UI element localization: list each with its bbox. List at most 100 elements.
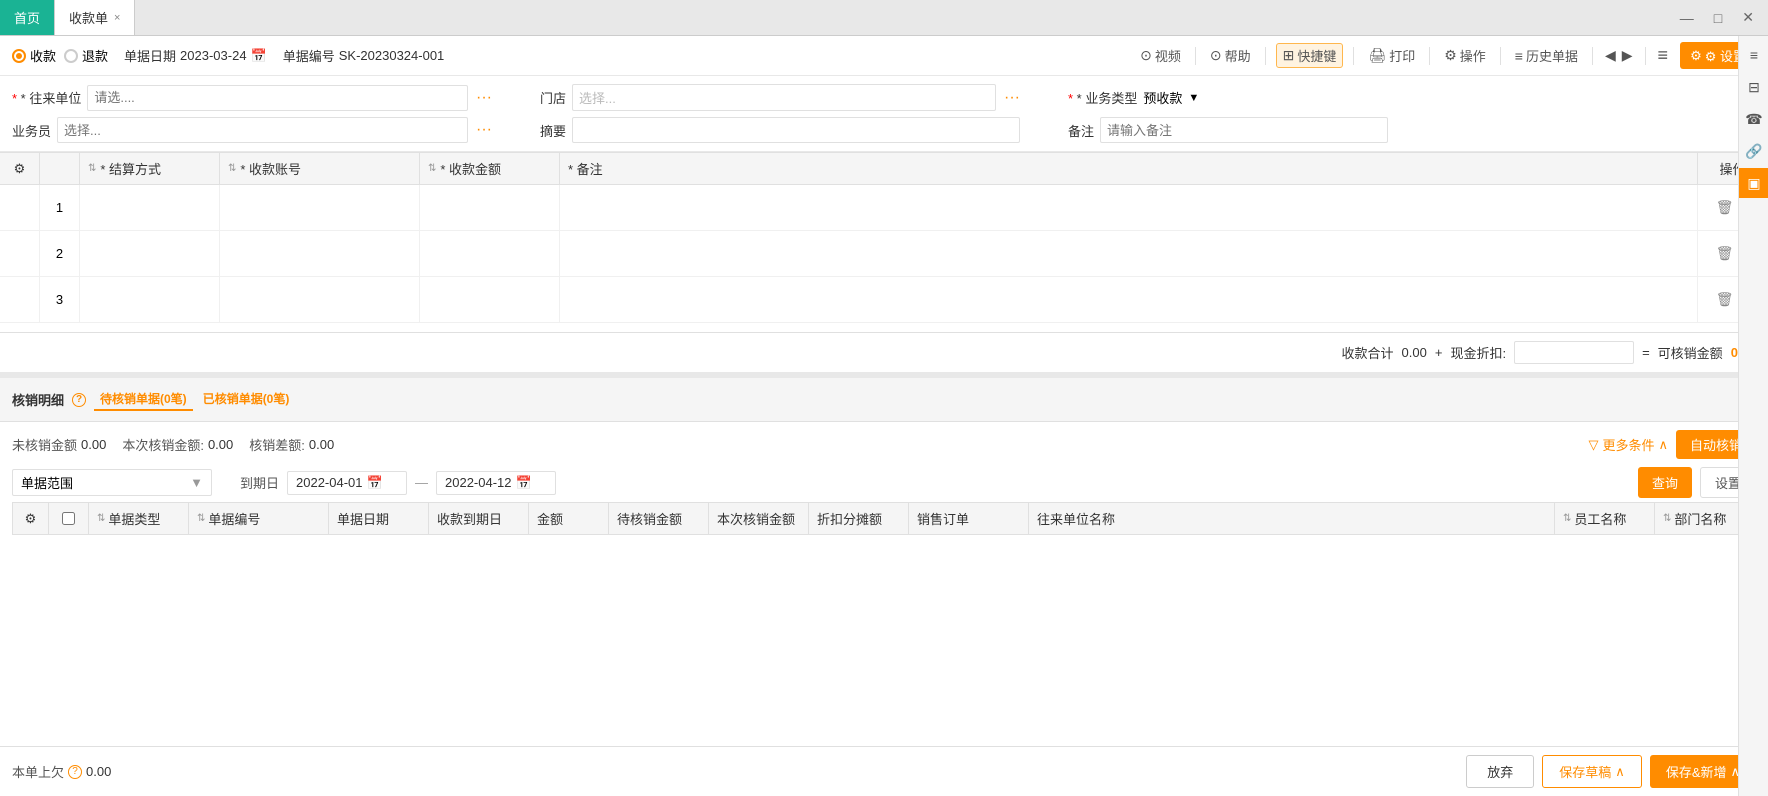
td-remark-3[interactable]: [560, 277, 1698, 322]
date-to-field[interactable]: 2022-04-12 📅: [436, 471, 556, 495]
next-arrow[interactable]: ▶: [1620, 45, 1635, 66]
list-view-icon[interactable]: ≡: [1656, 43, 1671, 68]
delete-icon-2[interactable]: 🗑: [1716, 245, 1734, 262]
tab-bar: 首页 收款单 × — □ ✕: [0, 0, 1768, 36]
total-label: 收款合计: [1342, 343, 1394, 362]
this-time-label: 本次核销金额:: [122, 435, 204, 454]
remark-input[interactable]: [1100, 117, 1388, 143]
table-row: 1 🗑 ⊕: [0, 185, 1768, 231]
company-more-icon[interactable]: ···: [476, 89, 492, 107]
staff-more-icon[interactable]: ···: [476, 121, 492, 139]
date-from-value: 2022-04-01: [296, 475, 363, 490]
diff-stat: 核销差额: 0.00: [249, 435, 334, 454]
company-label: * 往来单位: [12, 88, 81, 107]
divider4: [1429, 47, 1430, 65]
tab-home[interactable]: 首页: [0, 0, 55, 35]
store-more-icon[interactable]: ···: [1004, 89, 1020, 107]
discount-input[interactable]: [1514, 341, 1634, 364]
right-panel-icon-3[interactable]: ☎: [1739, 104, 1768, 134]
radio-receive[interactable]: 收款: [12, 46, 56, 65]
date-value[interactable]: 2023-03-24: [180, 48, 247, 63]
right-panel-icon-2[interactable]: ⊟: [1739, 72, 1768, 102]
business-type-field: * 业务类型 预收款 ▼: [1068, 88, 1388, 107]
td-amount-3[interactable]: [420, 277, 560, 322]
td-shoukuan-2[interactable]: [220, 231, 420, 276]
td-jiesuan-1[interactable]: [80, 185, 220, 230]
video-btn[interactable]: ⊙ 视频: [1136, 44, 1185, 67]
tab-current-label: 收款单: [69, 8, 108, 27]
bth-num: ⇅ 单据编号: [189, 503, 329, 534]
td-shoukuan-1[interactable]: [220, 185, 420, 230]
right-panel-icon-1[interactable]: ≡: [1739, 40, 1768, 70]
save-draft-button[interactable]: 保存草稿 ∧: [1542, 755, 1642, 788]
remark-label: 备注: [1068, 121, 1094, 140]
section-separator: 核销明细 ? 待核销单据(0笔) 已核销单据(0笔): [0, 372, 1768, 422]
print-btn[interactable]: 🖨 打印: [1364, 44, 1419, 67]
td-remark-2[interactable]: [560, 231, 1698, 276]
radio-refund-label: 退款: [82, 46, 108, 65]
business-type-value[interactable]: 预收款 ▼: [1143, 88, 1199, 107]
tab-current[interactable]: 收款单 ×: [55, 0, 135, 35]
verification-section: 未核销金额 0.00 本次核销金额: 0.00 核销差额: 0.00 ▽ 更多条…: [0, 422, 1768, 543]
main-content: 收款 退款 单据日期 2023-03-24 📅 单据编号 SK-20230324…: [0, 36, 1768, 796]
prev-arrow[interactable]: ◀: [1603, 45, 1618, 66]
tab-pending[interactable]: 待核销单据(0笔): [94, 388, 193, 411]
delete-icon-1[interactable]: 🗑: [1716, 199, 1734, 216]
company-input[interactable]: [87, 85, 468, 111]
history-label: 历史单据: [1526, 46, 1578, 65]
calendar-from-icon: 📅: [367, 475, 383, 491]
td-shoukuan-3[interactable]: [220, 277, 420, 322]
print-label: 打印: [1389, 46, 1415, 65]
section-info-icon[interactable]: ?: [72, 393, 86, 407]
video-label: 视频: [1155, 46, 1181, 65]
row-no-2: 2: [56, 246, 63, 261]
td-amount-2[interactable]: [420, 231, 560, 276]
summary-input[interactable]: [572, 117, 1020, 143]
query-button[interactable]: 查询: [1638, 467, 1692, 498]
help-btn[interactable]: ⊙ 帮助: [1206, 44, 1255, 67]
staff-field: 业务员 ···: [12, 117, 492, 143]
history-btn[interactable]: ≡ 历史单据: [1511, 44, 1582, 67]
close-button[interactable]: ✕: [1736, 7, 1760, 28]
radio-refund[interactable]: 退款: [64, 46, 108, 65]
num-sort-icon: ⇅: [197, 513, 205, 524]
td-jiesuan-2[interactable]: [80, 231, 220, 276]
bth-type: ⇅ 单据类型: [89, 503, 189, 534]
tab-done[interactable]: 已核销单据(0笔): [197, 388, 296, 411]
bth-checkbox[interactable]: [49, 503, 89, 534]
date-range-row: 单据范围 ▼ 到期日 2022-04-01 📅 — 2022-04-12 📅 查…: [12, 467, 1756, 498]
right-panel-icon-4[interactable]: 🔗: [1739, 136, 1768, 166]
tab-close-icon[interactable]: ×: [114, 12, 120, 24]
discard-button[interactable]: 放弃: [1466, 755, 1534, 788]
td-remark-1[interactable]: [560, 185, 1698, 230]
this-time-value: 0.00: [208, 437, 233, 452]
shortcut-btn[interactable]: ⊞ 快捷键: [1276, 43, 1344, 68]
bth-date: 单据日期: [329, 503, 429, 534]
right-panel-icon-5[interactable]: ▣: [1739, 168, 1768, 198]
select-all-checkbox[interactable]: [62, 512, 75, 525]
delete-icon-3[interactable]: 🗑: [1716, 291, 1734, 308]
th-settings[interactable]: ⚙: [0, 153, 40, 184]
staff-input[interactable]: [57, 117, 468, 143]
calendar-icon[interactable]: 📅: [251, 48, 267, 64]
ops-icon: ⚙: [1444, 47, 1457, 64]
row-no-3: 3: [56, 292, 63, 307]
bth-collect: 收款到期日: [429, 503, 529, 534]
dept-sort-icon: ⇅: [1663, 513, 1671, 524]
td-amount-1[interactable]: [420, 185, 560, 230]
footer-info-icon[interactable]: ?: [68, 765, 82, 779]
total-value: 0.00: [1402, 345, 1427, 360]
minimize-button[interactable]: —: [1674, 8, 1700, 28]
bth-settings-icon: ⚙: [25, 511, 37, 527]
data-table: ⚙ ⇅ * 结算方式 ⇅ * 收款账号 ⇅ * 收款金额 * 备注 操作: [0, 152, 1768, 332]
more-conditions-btn[interactable]: ▽ 更多条件 ∧: [1588, 435, 1668, 454]
range-select[interactable]: 单据范围 ▼: [12, 469, 212, 496]
td-jiesuan-3[interactable]: [80, 277, 220, 322]
store-select[interactable]: 选择...: [572, 84, 996, 111]
td-no-1: 1: [40, 185, 80, 230]
ops-btn[interactable]: ⚙ 操作: [1440, 44, 1490, 67]
filter-icon: ▽: [1588, 437, 1598, 453]
maximize-button[interactable]: □: [1708, 8, 1728, 28]
bth-settings[interactable]: ⚙: [13, 503, 49, 534]
date-from-field[interactable]: 2022-04-01 📅: [287, 471, 407, 495]
